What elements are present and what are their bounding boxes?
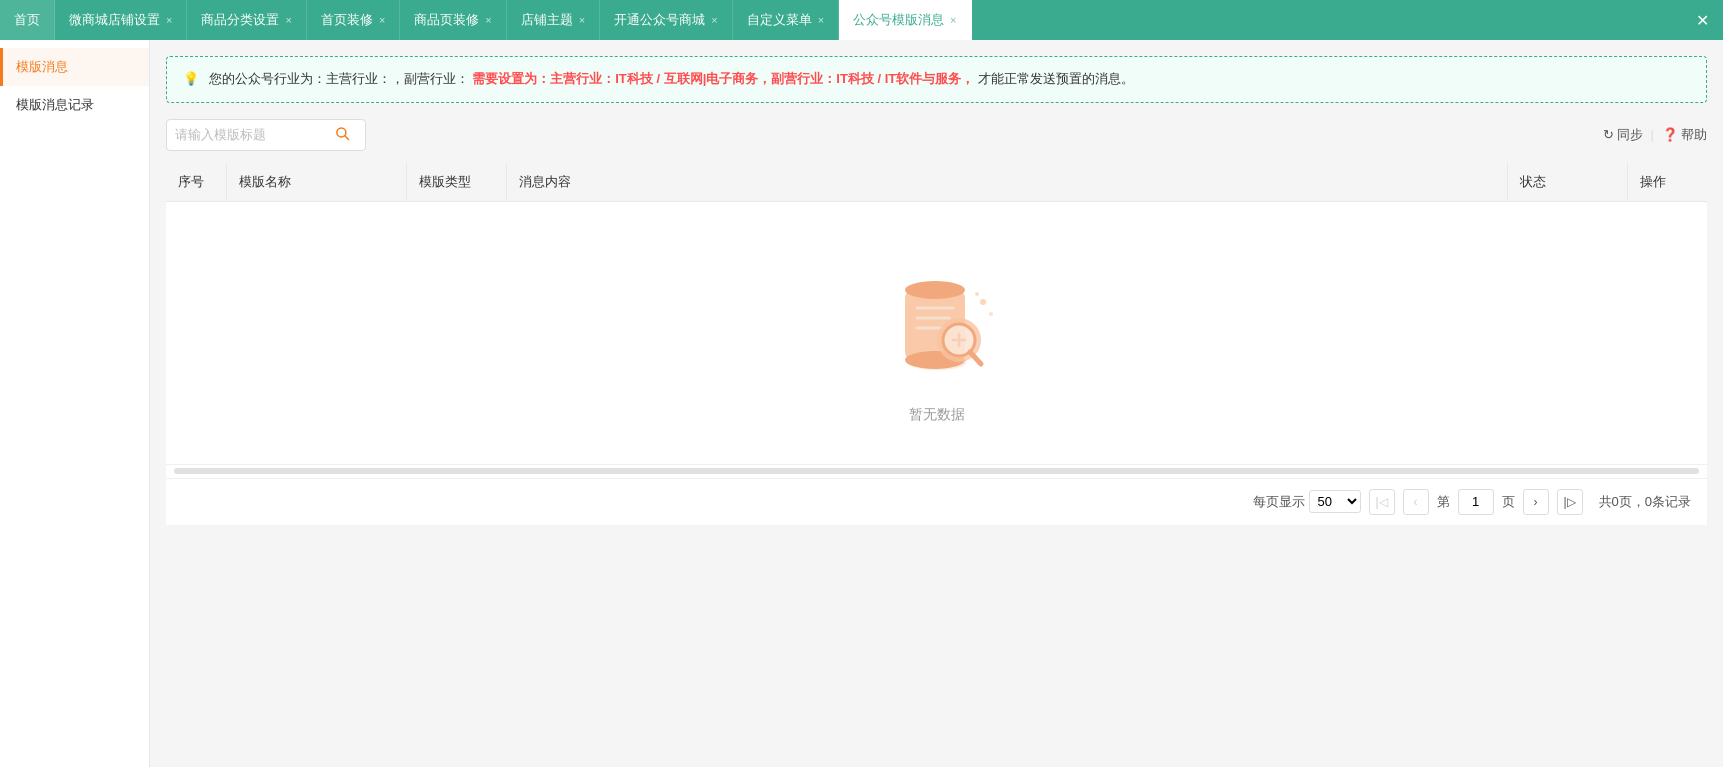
pagination: 每页显示 50 10 20 100 |◁ ‹ 第 页 [166,478,1707,525]
notice-banner: 💡 您的公众号行业为：主营行业：，副营行业： 需要设置为：主营行业：IT科技 /… [166,56,1707,103]
close-product-decor-tab[interactable]: × [485,14,491,26]
page-size-dropdown[interactable]: 50 10 20 100 [1309,490,1361,513]
close-template-msg-tab[interactable]: × [950,14,956,26]
svg-point-15 [980,299,986,305]
svg-point-16 [989,312,993,316]
scroll-track [174,468,1699,474]
notice-icon: 💡 [183,71,199,86]
svg-point-17 [975,292,979,296]
col-status: 状态 [1507,163,1627,202]
prev-page-icon: ‹ [1414,495,1418,509]
help-button[interactable]: ❓ 帮助 [1662,126,1707,144]
page-size-label: 每页显示 [1253,493,1305,511]
tab-template-msg[interactable]: 公众号模版消息 × [839,0,971,40]
col-index: 序号 [166,163,226,202]
global-close-button[interactable]: ✕ [1682,11,1723,30]
empty-svg-icon [877,262,997,382]
close-custom-menu-tab[interactable]: × [818,14,824,26]
tab-home-decor[interactable]: 首页装修 × [307,0,400,40]
first-page-icon: |◁ [1375,495,1387,509]
data-table: 序号 模版名称 模版类型 消息内容 状态 操作 [166,163,1707,464]
sidebar: 模版消息 模版消息记录 [0,40,150,767]
next-page-button[interactable]: › [1523,489,1549,515]
close-shop-theme-tab[interactable]: × [579,14,585,26]
page-size-select: 每页显示 50 10 20 100 [1253,490,1361,513]
main-layout: 模版消息 模版消息记录 💡 您的公众号行业为：主营行业：，副营行业： 需要设置为… [0,40,1723,767]
help-icon: ❓ [1662,127,1678,142]
search-button[interactable] [335,126,350,144]
table-header: 序号 模版名称 模版类型 消息内容 状态 操作 [166,163,1707,202]
search-icon [335,126,350,141]
next-page-icon: › [1534,495,1538,509]
close-wechat-shop-tab[interactable]: × [166,14,172,26]
tab-custom-menu[interactable]: 自定义菜单 × [733,0,839,40]
tab-shop-theme[interactable]: 店铺主题 × [507,0,600,40]
top-nav-bar: 首页 微商城店铺设置 × 商品分类设置 × 首页装修 × 商品页装修 × 店铺主… [0,0,1723,40]
content-area: 💡 您的公众号行业为：主营行业：，副营行业： 需要设置为：主营行业：IT科技 /… [150,40,1723,767]
sidebar-item-template-message[interactable]: 模版消息 [0,48,149,86]
svg-point-4 [905,281,965,299]
tab-home[interactable]: 首页 [0,0,55,40]
close-product-category-tab[interactable]: × [285,14,291,26]
page-number-input[interactable] [1458,489,1494,515]
svg-line-1 [345,136,349,140]
sync-button[interactable]: ↻ 同步 [1603,126,1643,144]
table-container: 序号 模版名称 模版类型 消息内容 状态 操作 [166,163,1707,525]
search-input[interactable] [175,127,335,142]
col-type: 模版类型 [406,163,506,202]
total-info: 共0页，0条记录 [1599,493,1691,511]
tab-wechat-shop[interactable]: 微商城店铺设置 × [55,0,187,40]
col-content: 消息内容 [506,163,1507,202]
search-toolbar: ↻ 同步 | ❓ 帮助 [166,119,1707,151]
page-label-suffix: 页 [1502,493,1515,511]
empty-illustration [877,262,997,382]
last-page-button[interactable]: |▷ [1557,489,1583,515]
toolbar-divider: | [1651,127,1654,142]
close-open-mall-tab[interactable]: × [711,14,717,26]
table-body: 暂无数据 [166,201,1707,464]
search-input-wrap [166,119,366,151]
horizontal-scrollbar[interactable] [166,464,1707,478]
empty-state: 暂无数据 [166,202,1707,464]
close-home-decor-tab[interactable]: × [379,14,385,26]
tab-product-decor[interactable]: 商品页装修 × [400,0,506,40]
prev-page-button[interactable]: ‹ [1403,489,1429,515]
tab-product-category[interactable]: 商品分类设置 × [187,0,306,40]
first-page-button[interactable]: |◁ [1369,489,1395,515]
toolbar-right: ↻ 同步 | ❓ 帮助 [1603,126,1707,144]
sidebar-item-template-message-record[interactable]: 模版消息记录 [0,86,149,124]
col-name: 模版名称 [226,163,406,202]
sync-icon: ↻ [1603,127,1614,142]
page-label-prefix: 第 [1437,493,1450,511]
col-action: 操作 [1627,163,1707,202]
tab-open-mall[interactable]: 开通公众号商城 × [600,0,732,40]
empty-text: 暂无数据 [909,406,965,424]
last-page-icon: |▷ [1563,495,1575,509]
